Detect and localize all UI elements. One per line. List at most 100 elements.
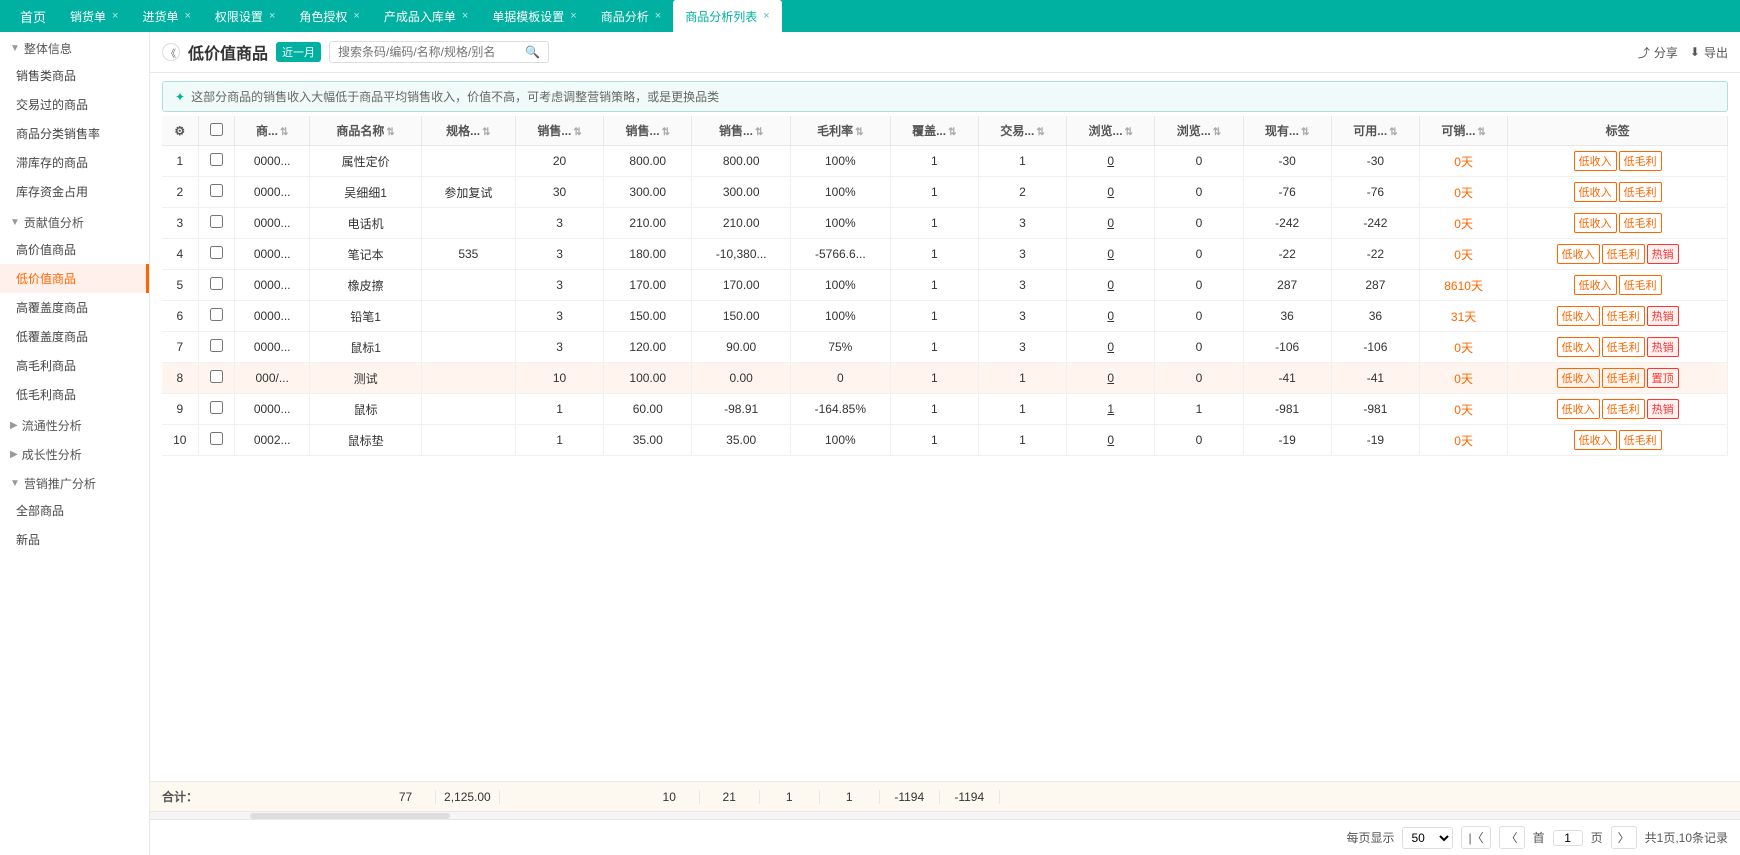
col-setting[interactable]: ⚙ (162, 116, 198, 146)
row-checkbox[interactable] (198, 208, 234, 239)
nav-sales[interactable]: 销货单 × (58, 0, 130, 32)
page-size-select[interactable]: 50 100 200 (1402, 827, 1453, 849)
col-spec[interactable]: 规格...⇅ (421, 116, 515, 146)
browse1-value[interactable]: 0 (1107, 309, 1114, 323)
col-stock[interactable]: 现有...⇅ (1243, 116, 1331, 146)
sidebar-item-new-goods[interactable]: 新品 (0, 525, 149, 554)
export-button[interactable]: ⬇ 导出 (1690, 44, 1728, 61)
row-browse1[interactable]: 0 (1067, 301, 1155, 332)
row-browse1[interactable]: 1 (1067, 394, 1155, 425)
sidebar-group-circulation[interactable]: ▶ 流通性分析 (0, 409, 149, 438)
col-code[interactable]: 商...⇅ (234, 116, 309, 146)
sidebar-item-low-margin[interactable]: 低毛利商品 (0, 380, 149, 409)
sidebar-group-contribution[interactable]: ▼ 贡献值分析 (0, 206, 149, 235)
col-browse2[interactable]: 浏览...⇅ (1155, 116, 1243, 146)
col-trade[interactable]: 交易...⇅ (978, 116, 1066, 146)
sidebar-item-inventory-capital[interactable]: 库存资金占用 (0, 177, 149, 206)
browse1-value[interactable]: 0 (1107, 247, 1114, 261)
browse1-value[interactable]: 0 (1107, 216, 1114, 230)
col-sale2[interactable]: 销售...⇅ (692, 116, 791, 146)
nav-roles-close[interactable]: × (353, 10, 359, 22)
col-gross[interactable]: 毛利率⇅ (790, 116, 890, 146)
nav-permissions[interactable]: 权限设置 × (203, 0, 287, 32)
sidebar-group-overall[interactable]: ▼ 整体信息 (0, 32, 149, 61)
sidebar-group-growth[interactable]: ▶ 成长性分析 (0, 438, 149, 467)
sidebar-item-low-coverage[interactable]: 低覆盖度商品 (0, 322, 149, 351)
row-checkbox[interactable] (198, 239, 234, 270)
sidebar-item-low-value[interactable]: 低价值商品 (0, 264, 149, 293)
row-checkbox[interactable] (198, 301, 234, 332)
row-browse1[interactable]: 0 (1067, 239, 1155, 270)
row-browse1[interactable]: 0 (1067, 146, 1155, 177)
row-checkbox[interactable] (198, 146, 234, 177)
col-coverage[interactable]: 覆盖...⇅ (890, 116, 978, 146)
sidebar-item-sales-goods[interactable]: 销售类商品 (0, 61, 149, 90)
sidebar-collapse-btn[interactable]: 《 (162, 43, 180, 61)
col-available[interactable]: 可用...⇅ (1331, 116, 1419, 146)
sidebar-item-category-rate[interactable]: 商品分类销售率 (0, 119, 149, 148)
row-checkbox[interactable] (198, 394, 234, 425)
nav-inbound[interactable]: 产成品入库单 × (372, 0, 480, 32)
search-input[interactable] (338, 45, 521, 59)
row-select-checkbox[interactable] (210, 153, 223, 166)
nav-template-close[interactable]: × (570, 10, 576, 22)
row-browse1[interactable]: 0 (1067, 177, 1155, 208)
col-sale1[interactable]: 销售...⇅ (604, 116, 692, 146)
search-icon[interactable]: 🔍 (525, 45, 540, 59)
row-select-checkbox[interactable] (210, 184, 223, 197)
row-browse1[interactable]: 0 (1067, 332, 1155, 363)
next-page-btn[interactable]: 〉 (1611, 826, 1637, 849)
row-select-checkbox[interactable] (210, 339, 223, 352)
page-input[interactable] (1553, 830, 1583, 846)
row-browse1[interactable]: 0 (1067, 425, 1155, 456)
row-select-checkbox[interactable] (210, 370, 223, 383)
horizontal-scrollbar[interactable] (150, 811, 1740, 819)
nav-inbound-close[interactable]: × (462, 10, 468, 22)
row-browse1[interactable]: 0 (1067, 270, 1155, 301)
sidebar-item-high-value[interactable]: 高价值商品 (0, 235, 149, 264)
search-box[interactable]: 🔍 (329, 41, 549, 63)
browse1-value[interactable]: 1 (1107, 402, 1114, 416)
browse1-value[interactable]: 0 (1107, 433, 1114, 447)
row-checkbox[interactable] (198, 425, 234, 456)
nav-purchase[interactable]: 进货单 × (130, 0, 202, 32)
browse1-value[interactable]: 0 (1107, 278, 1114, 292)
sidebar-item-traded-goods[interactable]: 交易过的商品 (0, 90, 149, 119)
nav-home[interactable]: 首页 (8, 0, 58, 32)
row-select-checkbox[interactable] (210, 308, 223, 321)
nav-sales-close[interactable]: × (112, 10, 118, 22)
sidebar-group-marketing[interactable]: ▼ 营销推广分析 (0, 467, 149, 496)
row-checkbox[interactable] (198, 270, 234, 301)
col-saleable[interactable]: 可销...⇅ (1420, 116, 1508, 146)
row-checkbox[interactable] (198, 332, 234, 363)
nav-goods-analysis-list[interactable]: 商品分析列表 × (673, 0, 781, 32)
browse1-value[interactable]: 0 (1107, 154, 1114, 168)
col-checkbox[interactable] (198, 116, 234, 146)
row-select-checkbox[interactable] (210, 215, 223, 228)
nav-purchase-close[interactable]: × (184, 10, 190, 22)
sidebar-item-stale-goods[interactable]: 滞库存的商品 (0, 148, 149, 177)
row-browse1[interactable]: 0 (1067, 208, 1155, 239)
share-button[interactable]: ⤴ 分享 (1638, 44, 1678, 61)
row-select-checkbox[interactable] (210, 246, 223, 259)
nav-goods-list-close[interactable]: × (763, 10, 769, 22)
row-select-checkbox[interactable] (210, 277, 223, 290)
recent-tag[interactable]: 近一月 (276, 42, 321, 62)
row-select-checkbox[interactable] (210, 432, 223, 445)
table-container[interactable]: ⚙ 商...⇅ 商品名称⇅ 规格...⇅ 销售...⇅ 销售...⇅ 销售...… (162, 116, 1728, 781)
row-select-checkbox[interactable] (210, 401, 223, 414)
col-browse1[interactable]: 浏览...⇅ (1067, 116, 1155, 146)
row-checkbox[interactable] (198, 363, 234, 394)
nav-goods-analysis[interactable]: 商品分析 × (589, 0, 673, 32)
browse1-value[interactable]: 0 (1107, 340, 1114, 354)
first-page-btn[interactable]: |〈 (1461, 826, 1490, 849)
sidebar-item-high-margin[interactable]: 高毛利商品 (0, 351, 149, 380)
sidebar-item-high-coverage[interactable]: 高覆盖度商品 (0, 293, 149, 322)
col-name[interactable]: 商品名称⇅ (310, 116, 421, 146)
select-all-checkbox[interactable] (210, 123, 223, 136)
row-checkbox[interactable] (198, 177, 234, 208)
nav-goods-analysis-close[interactable]: × (655, 10, 661, 22)
prev-page-btn[interactable]: 〈 (1499, 826, 1525, 849)
nav-permissions-close[interactable]: × (269, 10, 275, 22)
browse1-value[interactable]: 0 (1107, 371, 1114, 385)
